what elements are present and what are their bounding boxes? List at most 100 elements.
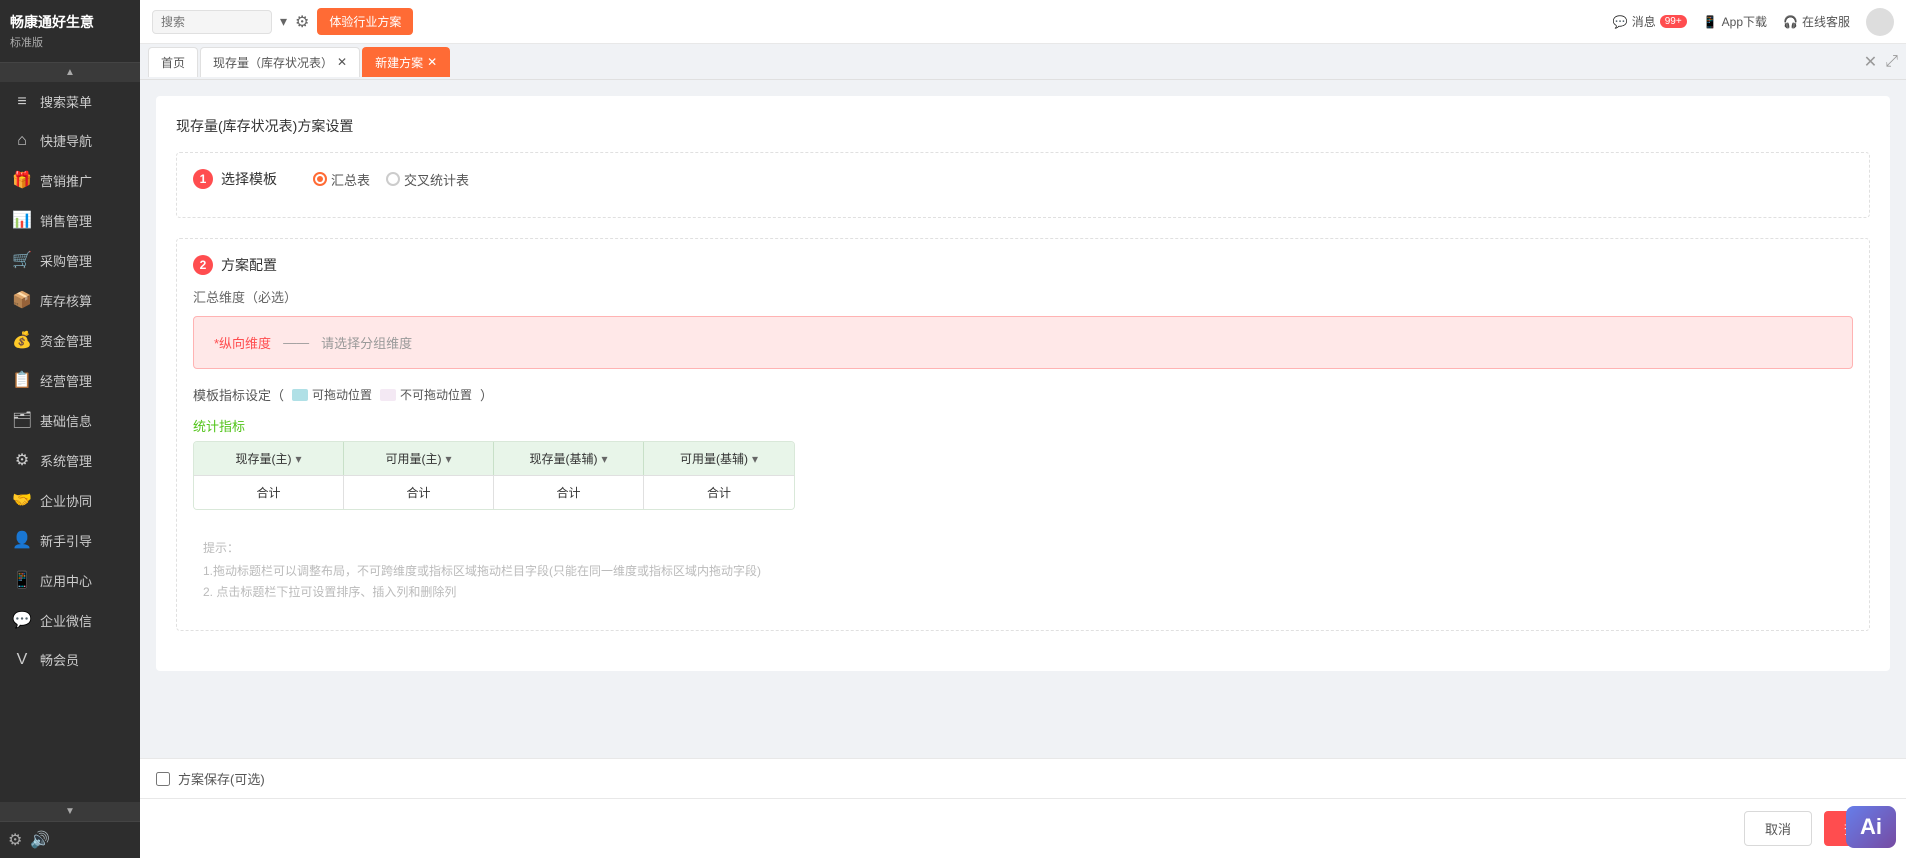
col-3-dropdown-btn[interactable]: ▾ xyxy=(752,452,758,466)
dimension-separator: —— xyxy=(283,335,309,350)
sidebar-menu: ≡ 搜索菜单 ⌂ 快捷导航 🎁 营销推广 📊 销售管理 🛒 采购管理 📦 库存核… xyxy=(0,82,140,802)
messages-item[interactable]: 💬 消息 99+ xyxy=(1613,13,1687,30)
sidebar-item-label: 基础信息 xyxy=(40,411,92,430)
metrics-settings-label: 模板指标设定（ 可拖动位置 不可拖动位置 ） xyxy=(193,385,1853,404)
stats-table-header: 现存量(主) ▾ 可用量(主) ▾ 现存量(基辅) ▾ 可用量(基辅) xyxy=(194,442,794,475)
audio-footer-btn[interactable]: 🔊 xyxy=(30,830,50,850)
dimension-required-label: *纵向维度 xyxy=(214,333,271,352)
sidebar-item-sales[interactable]: 📊 销售管理 xyxy=(0,200,140,240)
main-area: ▾ ⚙ 体验行业方案 💬 消息 99+ 📱 App下载 🎧 在线客服 首页 xyxy=(140,0,1906,858)
col-1-dropdown-btn[interactable]: ▾ xyxy=(445,452,451,466)
sidebar-item-system[interactable]: ⚙ 系统管理 xyxy=(0,440,140,480)
topbar-dropdown-btn[interactable]: ▾ xyxy=(280,13,287,30)
tips-title: 提示： xyxy=(203,539,1843,556)
window-expand-btn[interactable]: ⤢ xyxy=(1885,52,1898,72)
metrics-settings-text: 模板指标设定（ xyxy=(193,385,284,404)
app-download-item[interactable]: 📱 App下载 xyxy=(1703,13,1767,30)
sidebar-item-label: 快捷导航 xyxy=(40,131,92,150)
step1-header: 1 选择模板 汇总表 交叉统计表 xyxy=(193,169,1853,189)
tip-2: 2. 点击标题栏下拉可设置排序、插入列和删除列 xyxy=(203,583,1843,600)
col-2-dropdown-btn[interactable]: ▾ xyxy=(601,452,607,466)
scroll-up-btn[interactable]: ▲ xyxy=(0,63,140,82)
settings-footer-btn[interactable]: ⚙ xyxy=(8,830,22,850)
finance-icon: 💰 xyxy=(12,330,32,350)
ai-badge[interactable]: Ai xyxy=(1846,806,1896,848)
sales-icon: 📊 xyxy=(12,210,32,230)
sidebar-item-label: 应用中心 xyxy=(40,571,92,590)
sidebar-item-label: 搜索菜单 xyxy=(40,92,92,111)
step2-section: 2 方案配置 汇总维度（必选） *纵向维度 —— 请选择分组维度 模板指标设定（ xyxy=(176,238,1870,631)
stats-table-body: 合计 合计 合计 合计 xyxy=(194,475,794,509)
dimension-box[interactable]: *纵向维度 —— 请选择分组维度 xyxy=(193,316,1853,369)
radio-cross[interactable]: 交叉统计表 xyxy=(386,170,469,189)
tab-inventory-close-btn[interactable]: ✕ xyxy=(337,56,347,68)
metrics-close: ） xyxy=(480,385,493,404)
col-body-3: 合计 xyxy=(644,475,794,509)
purchase-icon: 🛒 xyxy=(12,250,32,270)
radio-dot-cross xyxy=(386,172,400,186)
dimension-placeholder: 请选择分组维度 xyxy=(321,333,412,352)
col-body-2: 合计 xyxy=(494,475,644,509)
app-name: 畅康通好生意 xyxy=(10,12,130,32)
sidebar-item-label: 畅会员 xyxy=(40,650,79,669)
radio-summary[interactable]: 汇总表 xyxy=(313,170,370,189)
step1-title: 选择模板 xyxy=(221,169,277,189)
avatar[interactable] xyxy=(1866,8,1894,36)
step2-header: 2 方案配置 xyxy=(193,255,1853,275)
sidebar-item-label: 营销推广 xyxy=(40,171,92,190)
dimension-section-label: 汇总维度（必选） xyxy=(193,287,1853,306)
sidebar-item-label: 企业协同 xyxy=(40,491,92,510)
cancel-button[interactable]: 取消 xyxy=(1744,811,1812,846)
cooperation-icon: 🤝 xyxy=(12,490,32,510)
sidebar-item-search-menu[interactable]: ≡ 搜索菜单 xyxy=(0,82,140,121)
draggable-color-indicator xyxy=(292,389,308,401)
sidebar-item-purchase[interactable]: 🛒 采购管理 xyxy=(0,240,140,280)
sidebar-item-enterprise-wechat[interactable]: 💬 企业微信 xyxy=(0,600,140,640)
window-close-btn[interactable]: ✕ xyxy=(1864,52,1877,72)
save-checkbox[interactable] xyxy=(156,772,170,786)
topbar-search-input[interactable] xyxy=(152,10,272,34)
messages-badge: 99+ xyxy=(1660,15,1687,28)
tips-section: 提示： 1.拖动标题栏可以调整布局，不可跨维度或指标区域拖动栏目字段(只能在同一… xyxy=(193,529,1853,614)
topbar: ▾ ⚙ 体验行业方案 💬 消息 99+ 📱 App下载 🎧 在线客服 xyxy=(140,0,1906,44)
sidebar-item-quick-nav[interactable]: ⌂ 快捷导航 xyxy=(0,121,140,160)
col-body-0: 合计 xyxy=(194,475,344,509)
tabbar: 首页 现存量（库存状况表） ✕ 新建方案 ✕ ✕ ⤢ xyxy=(140,44,1906,80)
sidebar: 畅康通好生意 标准版 ▲ ≡ 搜索菜单 ⌂ 快捷导航 🎁 营销推广 📊 销售管理… xyxy=(0,0,140,858)
col-header-1: 可用量(主) ▾ xyxy=(344,442,494,475)
sidebar-item-marketing[interactable]: 🎁 营销推广 xyxy=(0,160,140,200)
tip-1: 1.拖动标题栏可以调整布局，不可跨维度或指标区域拖动栏目字段(只能在同一维度或指… xyxy=(203,562,1843,579)
tab-home[interactable]: 首页 xyxy=(148,47,198,77)
sidebar-item-newbie[interactable]: 👤 新手引导 xyxy=(0,520,140,560)
sidebar-item-finance[interactable]: 💰 资金管理 xyxy=(0,320,140,360)
col-body-1: 合计 xyxy=(344,475,494,509)
tab-new-plan[interactable]: 新建方案 ✕ xyxy=(362,47,450,77)
tab-new-plan-close-btn[interactable]: ✕ xyxy=(427,56,437,68)
template-radio-group: 汇总表 交叉统计表 xyxy=(313,170,469,189)
tip-1-text: 1.拖动标题栏可以调整布局，不可跨维度或指标区域拖动栏目字段(只能在同一维度或指… xyxy=(203,562,761,579)
tab-inventory-status[interactable]: 现存量（库存状况表） ✕ xyxy=(200,47,360,77)
step2-badge: 2 xyxy=(193,255,213,275)
step1-section: 1 选择模板 汇总表 交叉统计表 xyxy=(176,152,1870,218)
radio-dot-summary xyxy=(313,172,327,186)
message-icon: 💬 xyxy=(1613,15,1628,29)
sidebar-item-cooperation[interactable]: 🤝 企业协同 xyxy=(0,480,140,520)
app-center-icon: 📱 xyxy=(12,570,32,590)
col-0-dropdown-btn[interactable]: ▾ xyxy=(295,452,301,466)
sidebar-item-basic[interactable]: 🗂 基础信息 xyxy=(0,400,140,440)
sidebar-item-label: 库存核算 xyxy=(40,291,92,310)
sidebar-item-business[interactable]: 📋 经营管理 xyxy=(0,360,140,400)
scroll-down-btn[interactable]: ▼ xyxy=(0,802,140,821)
sidebar-item-app-center[interactable]: 📱 应用中心 xyxy=(0,560,140,600)
online-service-item[interactable]: 🎧 在线客服 xyxy=(1783,13,1850,30)
sidebar-item-label: 企业微信 xyxy=(40,611,92,630)
save-section: 方案保存(可选) xyxy=(140,758,1906,798)
col-header-2: 现存量(基辅) ▾ xyxy=(494,442,644,475)
topbar-gear-btn[interactable]: ⚙ xyxy=(295,12,309,32)
sidebar-item-vip[interactable]: V 畅会员 xyxy=(0,640,140,679)
page-title: 现存量(库存状况表)方案设置 xyxy=(176,116,1870,136)
sidebar-item-inventory[interactable]: 📦 库存核算 xyxy=(0,280,140,320)
quick-nav-icon: ⌂ xyxy=(12,132,32,150)
industry-btn[interactable]: 体验行业方案 xyxy=(317,8,413,35)
sidebar-item-label: 系统管理 xyxy=(40,451,92,470)
